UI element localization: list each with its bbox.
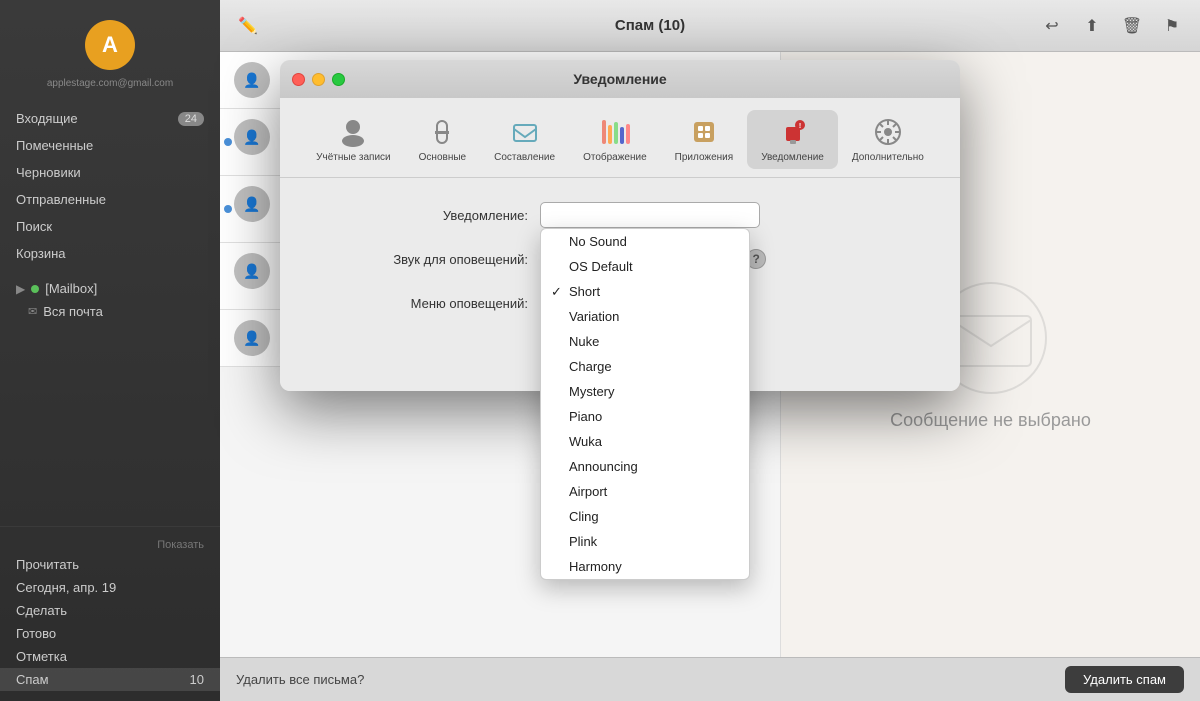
avatar: 👤 xyxy=(234,320,270,356)
notification-row: Уведомление: xyxy=(320,202,920,228)
sidebar: A applestage.com@gmail.com Входящие 24 П… xyxy=(0,0,220,701)
accounts-icon xyxy=(337,116,369,148)
notifications-icon: ! xyxy=(777,116,809,148)
dropdown-item-piano[interactable]: Piano xyxy=(541,404,749,429)
tab-accounts[interactable]: Учётные записи xyxy=(302,110,405,169)
sidebar-mailbox[interactable]: ▶ [Mailbox] xyxy=(0,277,220,300)
compose-icon xyxy=(509,116,541,148)
sidebar-bottom: Показать Прочитать Сегодня, апр. 19 Сдел… xyxy=(0,526,220,701)
dropdown-item-harmony[interactable]: Harmony xyxy=(541,554,749,579)
notification-select[interactable] xyxy=(540,202,760,228)
dropdown-item-announcing[interactable]: Announcing xyxy=(541,454,749,479)
sound-dropdown: No Sound OS Default Short Variation Nuke… xyxy=(540,228,750,580)
prefs-title: Уведомление xyxy=(573,71,666,87)
sidebar-nav: Входящие 24 Помеченные Черновики Отправл… xyxy=(0,105,220,277)
tab-general-label: Основные xyxy=(419,152,466,163)
traffic-lights xyxy=(292,73,345,86)
reply-button[interactable]: ↩ xyxy=(1036,10,1068,42)
close-button[interactable] xyxy=(292,73,305,86)
sidebar-item-read[interactable]: Прочитать xyxy=(0,553,220,576)
general-icon xyxy=(426,116,458,148)
tab-notifications-label: Уведомление xyxy=(761,152,824,163)
dropdown-item-os-default[interactable]: OS Default xyxy=(541,254,749,279)
sidebar-all-mail[interactable]: ✉ Вся почта xyxy=(0,300,220,323)
avatar: 👤 xyxy=(234,62,270,98)
dropdown-item-nuke[interactable]: Nuke xyxy=(541,329,749,354)
sidebar-item-search[interactable]: Поиск xyxy=(0,213,220,240)
tab-apps[interactable]: Приложения xyxy=(661,110,748,169)
advanced-icon xyxy=(872,116,904,148)
sidebar-item-done[interactable]: Готово xyxy=(0,622,220,645)
archive-button[interactable]: ⬆ xyxy=(1076,10,1108,42)
compose-button[interactable]: ✏️ xyxy=(232,10,264,42)
maximize-button[interactable] xyxy=(332,73,345,86)
tab-display-label: Отображение xyxy=(583,152,647,163)
notification-label: Уведомление: xyxy=(320,208,540,223)
dropdown-item-no-sound[interactable]: No Sound xyxy=(541,229,749,254)
delete-all-text: Удалить все письма? xyxy=(236,672,1053,687)
dropdown-item-plink[interactable]: Plink xyxy=(541,529,749,554)
tab-compose-label: Составление xyxy=(494,152,555,163)
tab-general[interactable]: Основные xyxy=(405,110,480,169)
dropdown-item-charge[interactable]: Charge xyxy=(541,354,749,379)
dropdown-item-airport[interactable]: Airport xyxy=(541,479,749,504)
toolbar-title: Спам (10) xyxy=(272,17,1028,34)
sidebar-item-inbox[interactable]: Входящие 24 xyxy=(0,105,220,132)
sidebar-email: applestage.com@gmail.com xyxy=(0,78,220,89)
tab-advanced-label: Дополнительно xyxy=(852,152,924,163)
minimize-button[interactable] xyxy=(312,73,325,86)
tab-advanced[interactable]: Дополнительно xyxy=(838,110,938,169)
prefs-toolbar: Учётные записи Основные Составление xyxy=(280,98,960,178)
show-label: Показать xyxy=(0,537,220,553)
apps-icon xyxy=(688,116,720,148)
sidebar-item-today[interactable]: Сегодня, апр. 19 xyxy=(0,576,220,599)
unread-indicator xyxy=(224,138,232,146)
mailbox-status-dot xyxy=(31,285,39,293)
dropdown-item-variation[interactable]: Variation xyxy=(541,304,749,329)
sidebar-item-todo[interactable]: Сделать xyxy=(0,599,220,622)
bottom-bar: Удалить все письма? Удалить спам xyxy=(220,657,1200,701)
avatar: 👤 xyxy=(234,186,270,222)
avatar: 👤 xyxy=(234,253,270,289)
delete-spam-button[interactable]: Удалить спам xyxy=(1065,666,1184,693)
flag-button[interactable]: ⚑ xyxy=(1156,10,1188,42)
sidebar-item-spam[interactable]: Спам 10 xyxy=(0,668,220,691)
sidebar-item-sent[interactable]: Отправленные xyxy=(0,186,220,213)
top-toolbar: ✏️ Спам (10) ↩ ⬆ 🗑 ⚑ xyxy=(220,0,1200,52)
prefs-titlebar: Уведомление xyxy=(280,60,960,98)
trash-button[interactable]: 🗑 xyxy=(1116,10,1148,42)
tab-accounts-label: Учётные записи xyxy=(316,152,391,163)
dropdown-item-cling[interactable]: Cling xyxy=(541,504,749,529)
dropdown-item-mystery[interactable]: Mystery xyxy=(541,379,749,404)
tab-compose[interactable]: Составление xyxy=(480,110,569,169)
display-icon xyxy=(599,116,631,148)
alert-sound-label: Звук для оповещений: xyxy=(320,252,540,267)
tab-display[interactable]: Отображение xyxy=(569,110,661,169)
sidebar-item-flag[interactable]: Отметка xyxy=(0,645,220,668)
tab-notifications[interactable]: ! Уведомление xyxy=(747,110,838,169)
notification-control xyxy=(540,202,760,228)
alert-menu-label: Меню оповещений: xyxy=(320,296,540,311)
dropdown-item-wuka[interactable]: Wuka xyxy=(541,429,749,454)
unread-indicator xyxy=(224,205,232,213)
sidebar-item-flagged[interactable]: Помеченные xyxy=(0,132,220,159)
sidebar-item-drafts[interactable]: Черновики xyxy=(0,159,220,186)
detail-empty-text: Сообщение не выбрано xyxy=(890,410,1091,431)
avatar: 👤 xyxy=(234,119,270,155)
tab-apps-label: Приложения xyxy=(675,152,734,163)
sidebar-item-trash[interactable]: Корзина xyxy=(0,240,220,267)
svg-text:!: ! xyxy=(798,123,800,130)
dropdown-item-short[interactable]: Short xyxy=(541,279,749,304)
avatar: A xyxy=(85,20,135,70)
